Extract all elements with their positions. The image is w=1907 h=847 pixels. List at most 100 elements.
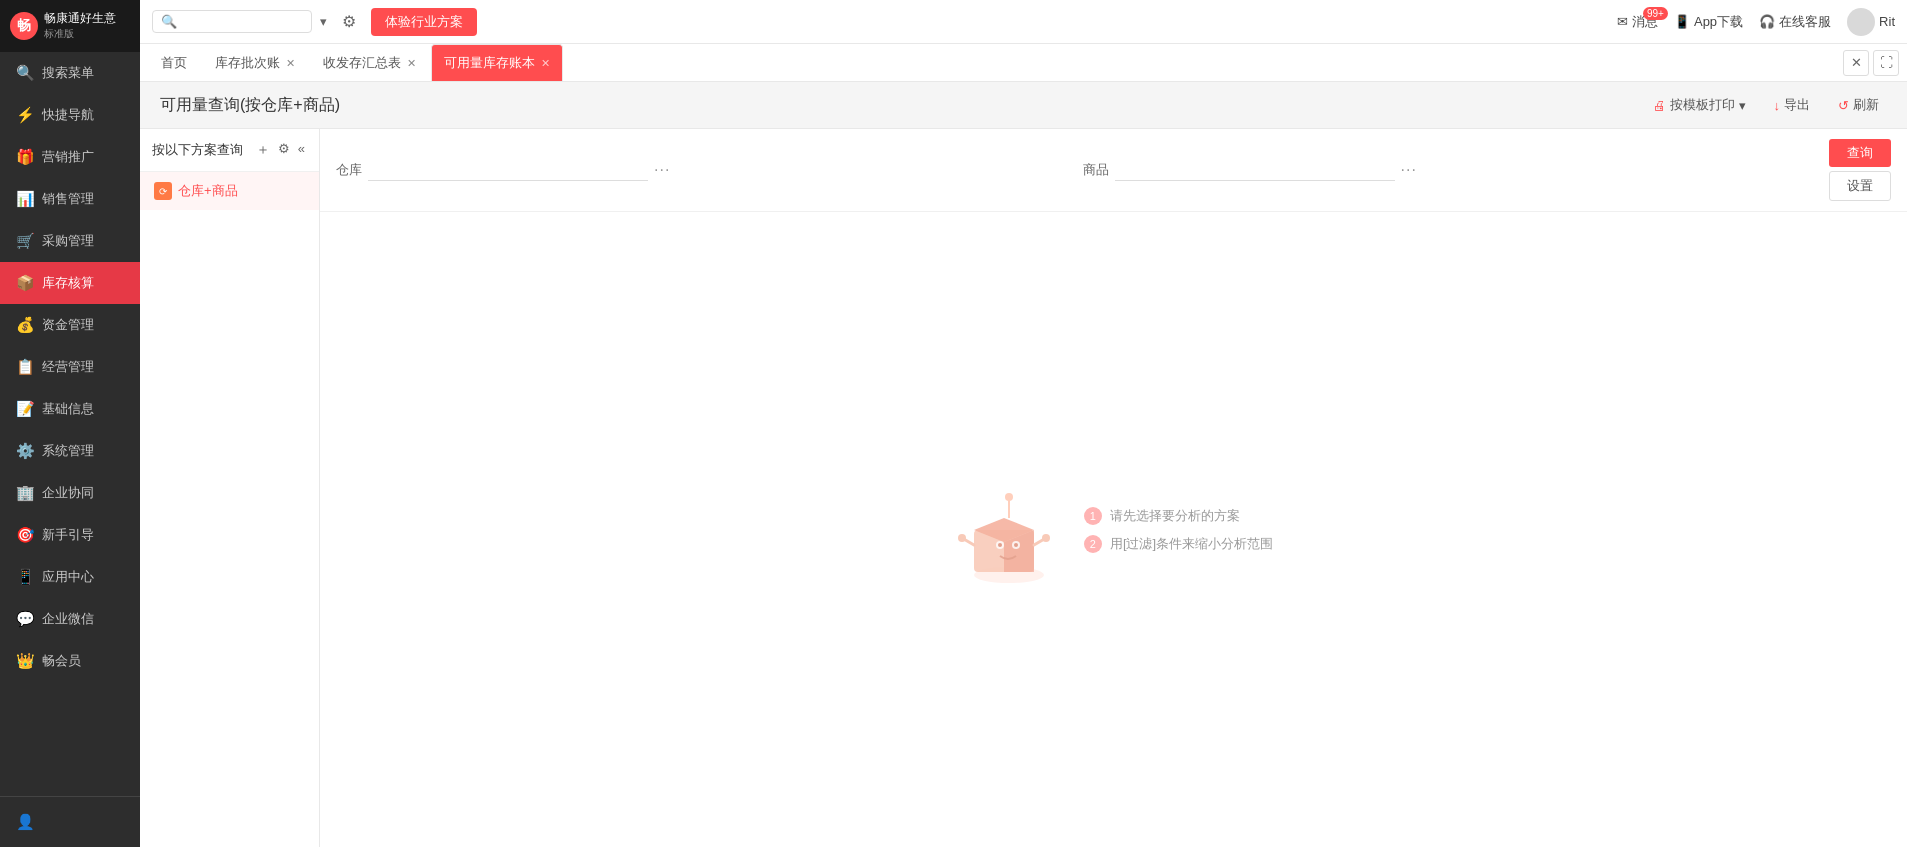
footer-icon: 👤 [16,813,34,831]
empty-content: 1 请先选择要分析的方案 2 用[过滤]条件来缩小分析范围 [954,480,1273,580]
sidebar-scroll: 🔍 搜索菜单 ⚡ 快捷导航 🎁 营销推广 📊 销售管理 🛒 采购管理 📦 库存核… [0,52,140,796]
svg-point-7 [998,543,1002,547]
topbar-right: ✉ 消息 99+ 📱 App下载 🎧 在线客服 Rit [1617,8,1895,36]
sidebar-item-shortcut[interactable]: ⚡ 快捷导航 [0,94,140,136]
sidebar-item-shortcut-label: 快捷导航 [42,106,94,124]
sidebar-item-appstore[interactable]: 📱 应用中心 [0,556,140,598]
sidebar-item-operation-label: 经营管理 [42,358,94,376]
tab-summary-close[interactable]: ✕ [407,57,416,70]
collapse-scheme-btn[interactable]: « [296,139,307,161]
topbar-dropdown-icon[interactable]: ▾ [320,14,327,29]
app-download-btn[interactable]: 📱 App下载 [1674,13,1743,31]
tab-home-label: 首页 [161,54,187,72]
warehouse-filter-more-btn[interactable]: ··· [654,161,670,179]
tab-summary-label: 收发存汇总表 [323,54,401,72]
sidebar-item-enterprise[interactable]: 🏢 企业协同 [0,472,140,514]
page-actions: 🖨 按模板打印 ▾ ↓ 导出 ↺ 刷新 [1645,92,1888,118]
filter-row: 仓库 ··· 商品 ··· 查询 设置 [320,129,1907,212]
sidebar-item-guide[interactable]: 🎯 新手引导 [0,514,140,556]
shortcut-icon: ⚡ [16,106,34,124]
tab-home[interactable]: 首页 [148,44,200,81]
user-avatar [1847,8,1875,36]
sidebar-item-finance-label: 资金管理 [42,316,94,334]
scheme-item-label: 仓库+商品 [178,182,238,200]
sidebar-item-system[interactable]: ⚙️ 系统管理 [0,430,140,472]
tab-summary[interactable]: 收发存汇总表 ✕ [310,44,429,81]
appstore-icon: 📱 [16,568,34,586]
product-filter-more-btn[interactable]: ··· [1401,161,1417,179]
user-info[interactable]: Rit [1847,8,1895,36]
refresh-icon: ↺ [1838,98,1849,113]
sidebar-item-wechat[interactable]: 💬 企业微信 [0,598,140,640]
refresh-btn[interactable]: ↺ 刷新 [1830,92,1887,118]
add-scheme-btn[interactable]: ＋ [254,139,272,161]
print-label: 按模板打印 [1670,96,1735,114]
sidebar-item-operation[interactable]: 📋 经营管理 [0,346,140,388]
customer-service-label: 在线客服 [1779,13,1831,31]
export-label: 导出 [1784,96,1810,114]
filter-btns: 查询 设置 [1829,139,1891,201]
settings-scheme-btn[interactable]: ⚙ [276,139,292,161]
member-icon: 👑 [16,652,34,670]
inventory-icon: 📦 [16,274,34,292]
sidebar-item-marketing[interactable]: 🎁 营销推广 [0,136,140,178]
step1-label: 请先选择要分析的方案 [1110,507,1240,525]
scheme-item-warehouse-product[interactable]: ⟳ 仓库+商品 [140,172,319,210]
export-btn[interactable]: ↓ 导出 [1766,92,1819,118]
sidebar-item-sales[interactable]: 📊 销售管理 [0,178,140,220]
main: 🔍 ▾ ⚙ 体验行业方案 ✉ 消息 99+ 📱 App下载 🎧 在线客服 Rit [140,0,1907,847]
page-title: 可用量查询(按仓库+商品) [160,95,340,116]
tab-batch[interactable]: 库存批次账 ✕ [202,44,308,81]
tab-available-close[interactable]: ✕ [541,57,550,70]
message-btn[interactable]: ✉ 消息 99+ [1617,13,1658,31]
app-info: 畅康通好生意 标准版 [44,11,116,41]
sidebar-item-purchase[interactable]: 🛒 采购管理 [0,220,140,262]
print-template-btn[interactable]: 🖨 按模板打印 ▾ [1645,92,1754,118]
scheme-panel-header: 按以下方案查询 ＋ ⚙ « [140,129,319,172]
customer-service-icon: 🎧 [1759,14,1775,29]
tab-close-btn[interactable]: ✕ [1843,50,1869,76]
sidebar-footer: 👤 [0,796,140,847]
print-icon: 🖨 [1653,98,1666,113]
topbar-gear-btn[interactable]: ⚙ [335,8,363,36]
sidebar-item-inventory[interactable]: 📦 库存核算 [0,262,140,304]
customer-service-btn[interactable]: 🎧 在线客服 [1759,13,1831,31]
sidebar-item-marketing-label: 营销推广 [42,148,94,166]
tab-maximize-btn[interactable]: ⛶ [1873,50,1899,76]
warehouse-filter-input[interactable] [368,159,648,181]
empty-step2: 2 用[过滤]条件来缩小分析范围 [1084,535,1273,553]
sidebar-item-search[interactable]: 🔍 搜索菜单 [0,52,140,94]
sidebar-item-finance[interactable]: 💰 资金管理 [0,304,140,346]
sidebar-item-purchase-label: 采购管理 [42,232,94,250]
topbar-search-input[interactable] [181,15,281,29]
sidebar-header: 畅 畅康通好生意 标准版 [0,0,140,52]
guide-icon: 🎯 [16,526,34,544]
warehouse-filter-group: 仓库 ··· [336,159,1067,181]
print-dropdown-icon[interactable]: ▾ [1739,98,1746,113]
trial-btn[interactable]: 体验行业方案 [371,8,477,36]
export-icon: ↓ [1774,98,1781,113]
tab-available[interactable]: 可用量库存账本 ✕ [431,44,563,81]
tab-batch-close[interactable]: ✕ [286,57,295,70]
sidebar-footer-item[interactable]: 👤 [0,805,140,839]
sidebar-item-basic[interactable]: 📝 基础信息 [0,388,140,430]
product-filter-label: 商品 [1083,161,1109,179]
empty-area: 1 请先选择要分析的方案 2 用[过滤]条件来缩小分析范围 [320,212,1907,847]
search-icon: 🔍 [16,64,34,82]
content: 按以下方案查询 ＋ ⚙ « ⟳ 仓库+商品 仓库 ··· [140,129,1907,847]
query-button[interactable]: 查询 [1829,139,1891,167]
settings-button[interactable]: 设置 [1829,171,1891,201]
app-download-label: App下载 [1694,13,1743,31]
sidebar-item-inventory-label: 库存核算 [42,274,94,292]
sidebar-item-wechat-label: 企业微信 [42,610,94,628]
sidebar-item-member[interactable]: 👑 畅会员 [0,640,140,682]
sidebar-item-sales-label: 销售管理 [42,190,94,208]
filter-area: 仓库 ··· 商品 ··· 查询 设置 [320,129,1907,847]
message-badge: 99+ [1643,7,1668,20]
sidebar-item-system-label: 系统管理 [42,442,94,460]
product-filter-input[interactable] [1115,159,1395,181]
topbar: 🔍 ▾ ⚙ 体验行业方案 ✉ 消息 99+ 📱 App下载 🎧 在线客服 Rit [140,0,1907,44]
svg-point-14 [1042,534,1050,542]
tab-available-label: 可用量库存账本 [444,54,535,72]
scheme-panel-actions: ＋ ⚙ « [254,139,307,161]
